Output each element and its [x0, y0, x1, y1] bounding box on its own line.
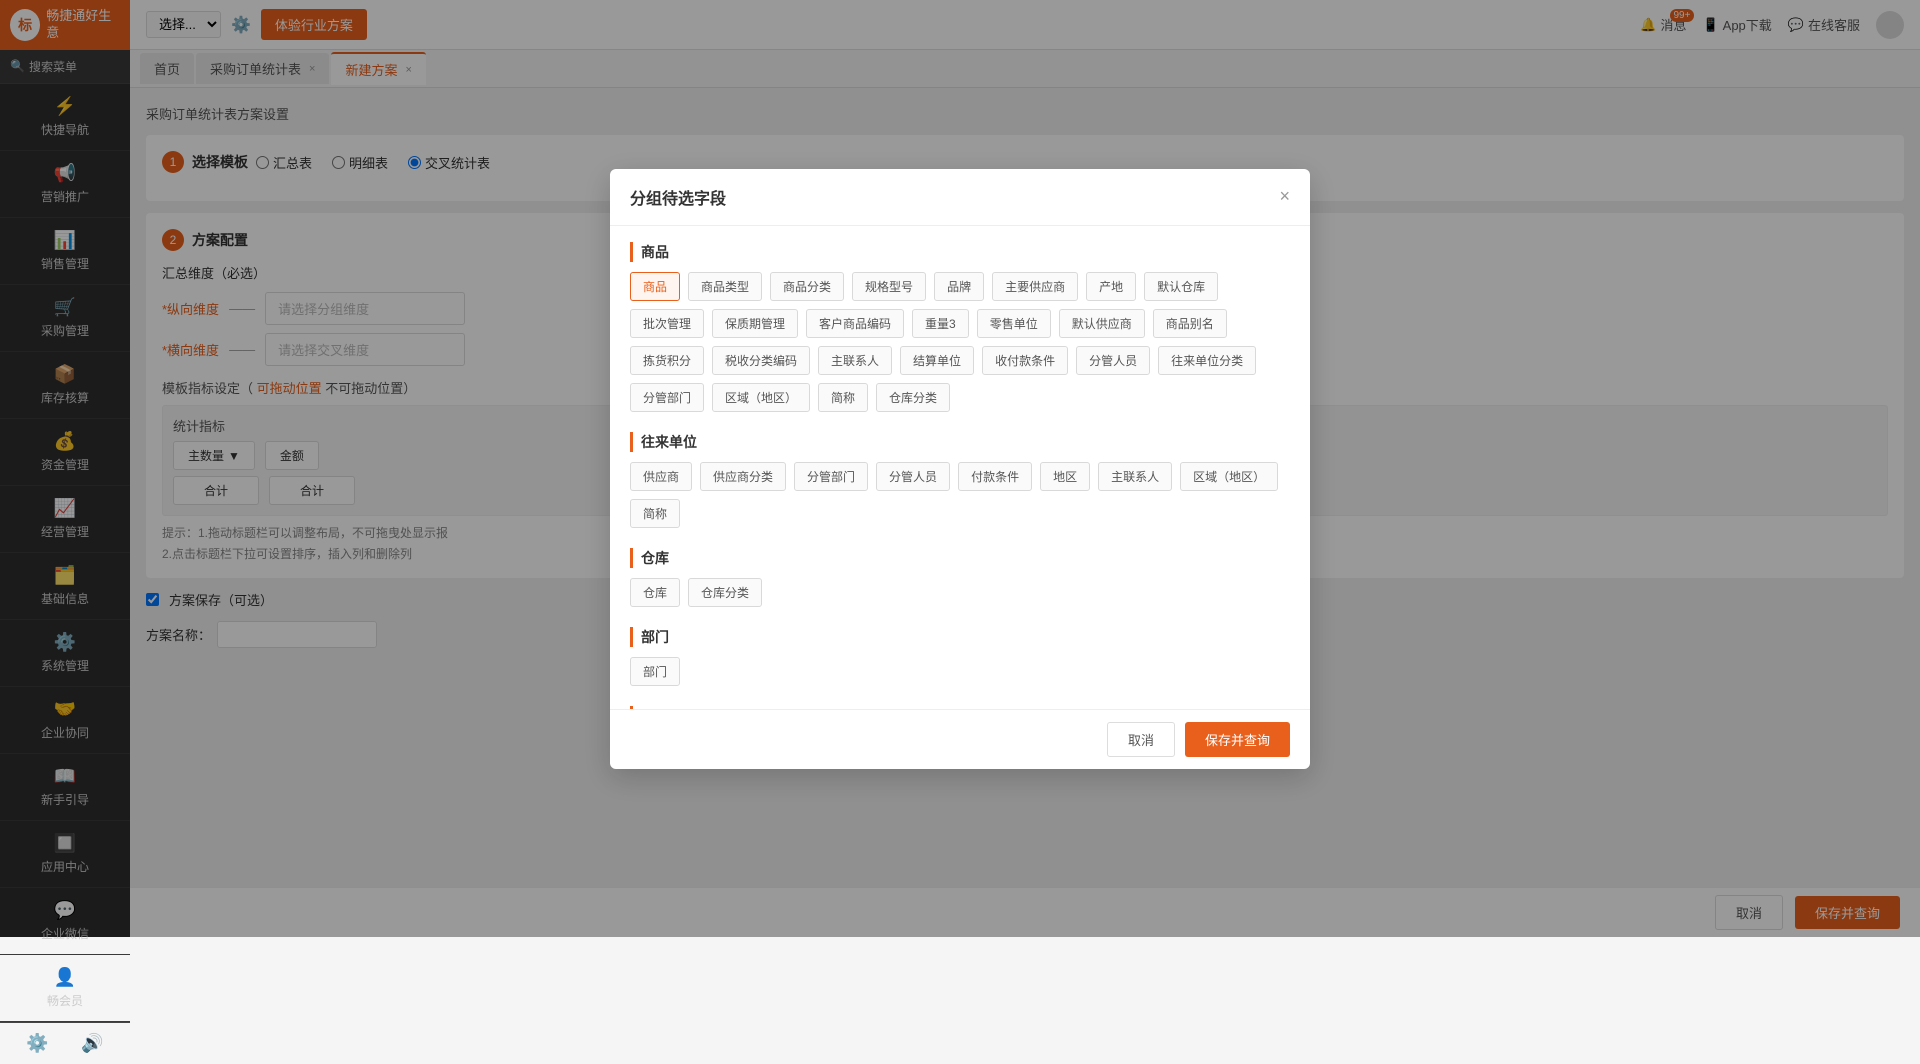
field-chip-batch-management[interactable]: 批次管理	[630, 309, 704, 338]
dialog-save-btn[interactable]: 保存并查询	[1185, 722, 1290, 757]
field-chip-product[interactable]: 商品	[630, 272, 680, 301]
field-chip-spec-type[interactable]: 规格型号	[852, 272, 926, 301]
dialog-section-product: 商品商品商品类型商品分类规格型号品牌主要供应商产地默认仓库批次管理保质期管理客户…	[630, 242, 1290, 412]
field-chip-region2[interactable]: 区域（地区）	[1180, 462, 1278, 491]
volume-icon[interactable]: 🔊	[81, 1033, 103, 1054]
sidebar-item-member[interactable]: 👤 畅会员	[0, 955, 130, 1022]
section-title-warehouse: 仓库	[630, 548, 1290, 568]
field-chip-pick-score[interactable]: 拣货积分	[630, 346, 704, 375]
field-chip-source-unit-category[interactable]: 往来单位分类	[1158, 346, 1256, 375]
dialog-title: 分组待选字段	[630, 185, 726, 209]
dialog-header: 分组待选字段 ×	[610, 169, 1310, 226]
field-chip-tax-code[interactable]: 税收分类编码	[712, 346, 810, 375]
field-chip-default-supplier[interactable]: 默认供应商	[1059, 309, 1145, 338]
field-chip-department[interactable]: 部门	[630, 657, 680, 686]
field-chip-main-contact[interactable]: 主联系人	[818, 346, 892, 375]
field-chip-payment-terms[interactable]: 收付款条件	[982, 346, 1068, 375]
field-chip-warehouse-category[interactable]: 仓库分类	[876, 383, 950, 412]
field-chip-dept[interactable]: 分管部门	[794, 462, 868, 491]
dialog-body: 商品商品商品类型商品分类规格型号品牌主要供应商产地默认仓库批次管理保质期管理客户…	[610, 226, 1310, 709]
field-chip-product-type[interactable]: 商品类型	[688, 272, 762, 301]
field-chip-supplier[interactable]: 供应商	[630, 462, 692, 491]
field-chip-main-supplier[interactable]: 主要供应商	[992, 272, 1078, 301]
modal-overlay: 分组待选字段 × 商品商品商品类型商品分类规格型号品牌主要供应商产地默认仓库批次…	[0, 0, 1920, 937]
sidebar-item-label: 畅会员	[47, 992, 83, 1009]
field-chip-origin[interactable]: 产地	[1086, 272, 1136, 301]
field-chip-dept-mgr[interactable]: 分管部门	[630, 383, 704, 412]
field-chip-short-name[interactable]: 简称	[818, 383, 868, 412]
dialog-close-btn[interactable]: ×	[1279, 186, 1290, 207]
dialog-section-department: 部门部门	[630, 627, 1290, 686]
field-chip-supplier-category[interactable]: 供应商分类	[700, 462, 786, 491]
dialog-footer: 取消 保存并查询	[610, 709, 1310, 769]
field-chip-brand[interactable]: 品牌	[934, 272, 984, 301]
field-grid-department: 部门	[630, 657, 1290, 686]
field-chip-region[interactable]: 区域（地区）	[712, 383, 810, 412]
field-chip-payment-condition[interactable]: 付款条件	[958, 462, 1032, 491]
section-title-department: 部门	[630, 627, 1290, 647]
field-chip-shelf-life[interactable]: 保质期管理	[712, 309, 798, 338]
dialog: 分组待选字段 × 商品商品商品类型商品分类规格型号品牌主要供应商产地默认仓库批次…	[610, 169, 1310, 769]
section-title-partner: 往来单位	[630, 432, 1290, 452]
field-chip-wh-category[interactable]: 仓库分类	[688, 578, 762, 607]
field-chip-wh[interactable]: 仓库	[630, 578, 680, 607]
field-grid-warehouse: 仓库仓库分类	[630, 578, 1290, 607]
field-chip-weight3[interactable]: 重量3	[912, 309, 969, 338]
field-chip-retail-unit[interactable]: 零售单位	[977, 309, 1051, 338]
dialog-section-warehouse: 仓库仓库仓库分类	[630, 548, 1290, 607]
sidebar-bottom: ⚙️ 🔊	[0, 1022, 130, 1064]
field-chip-dept-person[interactable]: 分管人员	[876, 462, 950, 491]
field-chip-contact[interactable]: 主联系人	[1098, 462, 1172, 491]
field-chip-manager[interactable]: 分管人员	[1076, 346, 1150, 375]
field-chip-abbr[interactable]: 简称	[630, 499, 680, 528]
field-grid-partner: 供应商供应商分类分管部门分管人员付款条件地区主联系人区域（地区） 简称	[630, 462, 1290, 528]
field-chip-product-alias[interactable]: 商品别名	[1153, 309, 1227, 338]
field-grid-product: 商品商品类型商品分类规格型号品牌主要供应商产地默认仓库批次管理保质期管理客户商品…	[630, 272, 1290, 412]
member-icon: 👤	[54, 967, 76, 988]
dialog-cancel-btn[interactable]: 取消	[1107, 722, 1175, 757]
settings-bottom-icon[interactable]: ⚙️	[26, 1033, 48, 1054]
dialog-section-partner: 往来单位供应商供应商分类分管部门分管人员付款条件地区主联系人区域（地区） 简称	[630, 432, 1290, 528]
section-title-product: 商品	[630, 242, 1290, 262]
field-chip-default-warehouse[interactable]: 默认仓库	[1144, 272, 1218, 301]
field-chip-area[interactable]: 地区	[1040, 462, 1090, 491]
field-chip-product-category[interactable]: 商品分类	[770, 272, 844, 301]
field-chip-customer-code[interactable]: 客户商品编码	[806, 309, 904, 338]
field-chip-settlement-unit[interactable]: 结算单位	[900, 346, 974, 375]
